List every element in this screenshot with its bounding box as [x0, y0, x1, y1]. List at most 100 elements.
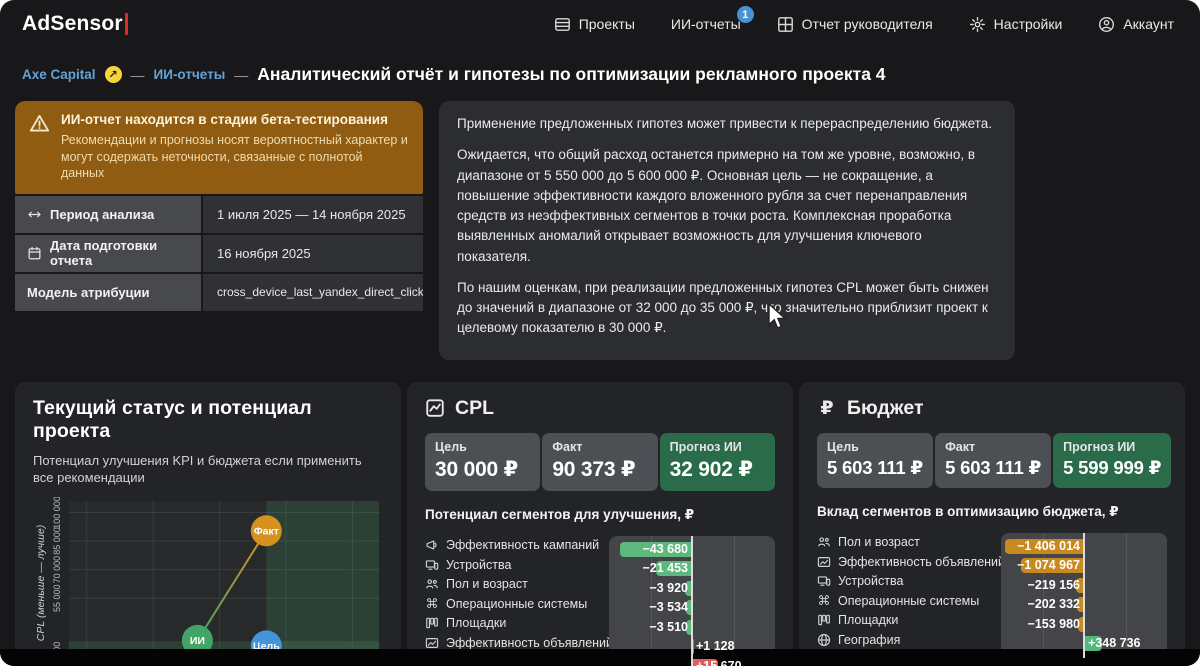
segment-row: Пол и возраст: [817, 533, 993, 553]
logo[interactable]: AdSensor: [22, 12, 128, 36]
nav-projects[interactable]: Проекты: [554, 16, 635, 33]
nav-label: Настройки: [993, 16, 1063, 32]
stat-label: Факт: [552, 439, 583, 454]
chart-icon: [425, 398, 445, 418]
stat-value: 32 902 ₽: [669, 457, 753, 481]
segment-label: Эффективность объявлений: [838, 554, 1006, 569]
breadcrumb-separator: —: [130, 66, 145, 83]
table-icon: [554, 16, 571, 33]
segment-label: Площадки: [838, 613, 899, 628]
people-icon: [425, 577, 439, 591]
text-caret: [124, 13, 128, 35]
stat-value: 5 603 111 ₽: [945, 456, 1042, 478]
warning-title: ИИ-отчет находится в стадии бета-тестиро…: [61, 112, 388, 127]
nav-label: Отчет руководителя: [801, 16, 933, 32]
meta-label: Период анализа: [15, 195, 201, 233]
nav-exec-report[interactable]: Отчет руководителя: [777, 16, 933, 33]
breadcrumb-project-link[interactable]: Axe Capital: [22, 67, 96, 82]
cpl-segments-chart: Эффективность кампаний Устройства Пол и во…: [425, 535, 775, 666]
nav-account[interactable]: Аккаунт: [1098, 16, 1174, 33]
calendar-icon: [27, 246, 42, 261]
meta-label: Дата подготовки отчета: [15, 234, 201, 272]
meta-value: 1 июля 2025 — 14 ноября 2025: [203, 195, 423, 233]
devices-icon: [817, 574, 831, 588]
meta-section: ИИ-отчет находится в стадии бета-тестиро…: [0, 97, 1200, 360]
platforms-icon: [817, 613, 831, 627]
megaphone-icon: [425, 538, 439, 552]
ad-icon: [425, 636, 439, 650]
nav-settings[interactable]: Настройки: [969, 16, 1063, 33]
stat-факт: Факт 5 603 111 ₽: [935, 432, 1052, 488]
plan-line: [691, 535, 693, 666]
ad-icon: [817, 555, 831, 569]
devices-icon: [425, 558, 439, 572]
warning-icon: [29, 113, 50, 134]
segment-label: География: [838, 632, 901, 647]
bar-value: +1 128: [696, 639, 735, 653]
nav-label: Аккаунт: [1123, 16, 1174, 32]
segment-row: Площадки: [425, 614, 601, 634]
beta-warning-banner: ИИ-отчет находится в стадии бета-тестиро…: [15, 101, 423, 194]
user-icon: [1098, 16, 1115, 33]
svg-text:100 000: 100 000: [52, 497, 62, 529]
bottom-bar: [0, 649, 1200, 666]
segment-row: Эффективность кампаний: [425, 536, 601, 556]
meta-row: Период анализа 1 июля 2025 — 14 ноября 20…: [15, 195, 423, 233]
meta-row: Модель атрибуции cross_device_last_yandex…: [15, 273, 423, 311]
people-icon: [817, 535, 831, 549]
nav-label: ИИ-отчеты: [670, 16, 741, 32]
segment-labels: Эффективность кампаний Устройства Пол и во…: [425, 536, 613, 666]
status-card-subtitle: Потенциал улучшения KPI и бюджета если п…: [33, 452, 362, 486]
svg-text:70 000: 70 000: [52, 555, 62, 583]
status-card-title: Текущий статус и потенциал проекта: [33, 396, 312, 442]
cards-row: Текущий статус и потенциал проекта Потен…: [0, 381, 1200, 666]
segment-row: ⌘ Операционные системы: [817, 591, 993, 611]
meta-row: Дата подготовки отчета 16 ноября 2025: [15, 234, 423, 272]
segment-labels: Пол и возраст Эффективность объявлений Уст…: [817, 533, 1006, 666]
status-card: Текущий статус и потенциал проекта Потен…: [15, 381, 401, 666]
svg-text:Факт: Факт: [254, 525, 279, 537]
bar-value: −3 920: [649, 580, 688, 595]
yandex-icon: ↗: [104, 66, 122, 83]
grid-icon: [777, 16, 794, 33]
summary-panel: Применение предложенных гипотез может пр…: [439, 101, 1015, 360]
stat-факт: Факт 90 373 ₽: [542, 432, 658, 491]
stat-value: 30 000 ₽: [435, 457, 519, 481]
segment-row: ⌘ Операционные системы: [425, 594, 601, 614]
bar-value: −219 156: [1027, 577, 1080, 592]
stat-value: 5 599 999 ₽: [1063, 456, 1162, 478]
stat-label: Прогноз ИИ: [669, 439, 742, 454]
segment-label: Устройства: [446, 557, 512, 572]
breadcrumb-separator: —: [234, 66, 249, 83]
segment-row: Площадки: [817, 611, 993, 631]
status-scatter-chart: ФактИИЦель25 00055 00070 00085 000100 00…: [33, 487, 383, 666]
gear-icon: [969, 16, 986, 33]
budget-section-title: Вклад сегментов в оптимизацию бюджета, ₽: [817, 503, 1119, 519]
summary-paragraph: Применение предложенных гипотез может пр…: [457, 116, 992, 131]
cpl-card-title: CPL: [455, 396, 494, 419]
bar-value: −3 510: [649, 619, 688, 634]
bar-value: +348 736: [1088, 636, 1141, 650]
segment-label: Эффективность кампаний: [446, 538, 600, 553]
bar-value: −153 980: [1027, 616, 1080, 631]
bar-value: −21 453: [642, 561, 688, 575]
command-icon: ⌘: [425, 596, 439, 612]
stat-цель: Цель 5 603 111 ₽: [817, 432, 934, 488]
segment-label: Операционные системы: [446, 596, 588, 611]
bar-value: −43 680: [642, 541, 688, 556]
cpl-stats: Цель 30 000 ₽ Факт 90 373 ₽ Прогноз ИИ 32 902…: [425, 432, 775, 491]
segment-label: Операционные системы: [838, 593, 980, 608]
notification-badge: 1: [736, 6, 754, 23]
plan-line: [1083, 532, 1085, 658]
breadcrumb-section-link[interactable]: ИИ-отчеты: [154, 67, 226, 82]
svg-text:55 000: 55 000: [52, 584, 62, 612]
globe-icon: [817, 633, 831, 647]
budget-card: ₽ Бюджет Цель 5 603 111 ₽ Факт 5 603 111 ₽ П…: [799, 381, 1185, 666]
arrows-icon: [27, 207, 42, 222]
page-title: Аналитический отчёт и гипотезы по оптими…: [257, 64, 886, 84]
app-window: AdSensor Проекты ИИ-отчеты 1 Отчет руководи…: [0, 0, 1200, 666]
nav-ai-reports[interactable]: ИИ-отчеты 1: [670, 6, 754, 32]
budget-card-title: Бюджет: [847, 396, 924, 419]
segment-label: Площадки: [446, 616, 507, 631]
stat-прогноз-ии: Прогноз ИИ 32 902 ₽: [659, 432, 775, 491]
